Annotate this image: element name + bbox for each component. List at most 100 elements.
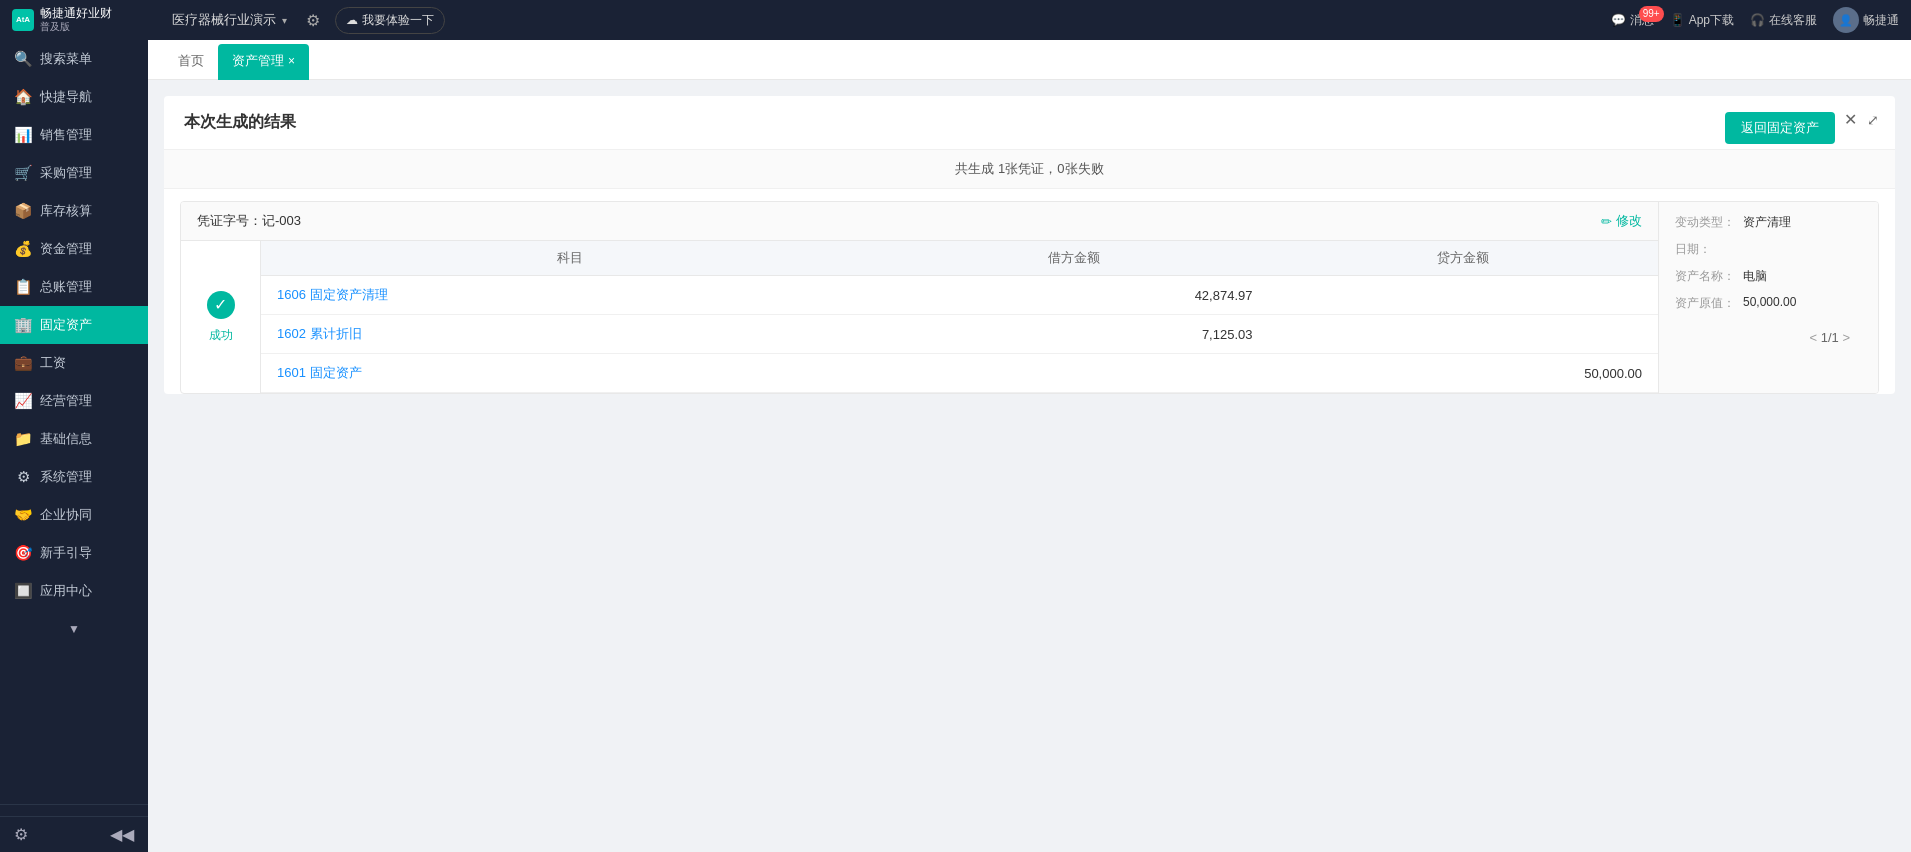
online-support-button[interactable]: 🎧 在线客服 — [1750, 12, 1817, 29]
content-area: 首页 资产管理 × 本次生成的结果 返回固定资产 ✕ ⤢ — [148, 40, 1911, 852]
logo-area: AtA 畅捷通好业财 普及版 — [12, 6, 160, 34]
page-title: 本次生成的结果 — [184, 112, 296, 133]
experience-button[interactable]: ☁ 我要体验一下 — [335, 7, 445, 34]
panel-expand-button[interactable]: ⤢ — [1867, 112, 1879, 128]
sidebar-funds-label: 资金管理 — [40, 240, 92, 258]
col-debit-header: 借方金额 — [879, 241, 1269, 276]
settings-icon-bottom[interactable]: ⚙ — [14, 825, 28, 844]
subject-cell: 1606 固定资产清理 — [261, 276, 879, 315]
guide-icon: 🎯 — [14, 544, 32, 562]
sidebar-item-purchase[interactable]: 🛒 采购管理 — [0, 154, 148, 192]
sidebar-item-ledger[interactable]: 📋 总账管理 — [0, 268, 148, 306]
collapse-sidebar-button[interactable]: ◀◀ — [110, 825, 134, 844]
sidebar-item-sales[interactable]: 📊 销售管理 — [0, 116, 148, 154]
sidebar-item-search[interactable]: 🔍 搜索菜单 — [0, 40, 148, 78]
message-icon: 💬 — [1611, 13, 1626, 27]
voucher-right-panel: 变动类型： 资产清理 日期： 资产名称： 电脑 资产原值： — [1658, 202, 1878, 393]
sidebar-item-operations[interactable]: 📈 经营管理 — [0, 382, 148, 420]
logo-text-area: 畅捷通好业财 普及版 — [40, 6, 112, 34]
avatar: 👤 — [1833, 7, 1859, 33]
operations-icon: 📈 — [14, 392, 32, 410]
return-fixed-assets-button[interactable]: 返回固定资产 — [1725, 112, 1835, 144]
app-download-icon: 📱 — [1670, 13, 1685, 27]
scroll-down-icon: ▼ — [68, 622, 80, 636]
message-badge: 99+ — [1639, 6, 1664, 22]
sidebar-item-inventory[interactable]: 📦 库存核算 — [0, 192, 148, 230]
sidebar-item-guide[interactable]: 🎯 新手引导 — [0, 534, 148, 572]
sidebar-item-basic-info[interactable]: 📁 基础信息 — [0, 420, 148, 458]
sidebar-footer: ⚙ ◀◀ — [0, 816, 148, 852]
result-header: 本次生成的结果 返回固定资产 ✕ ⤢ — [164, 96, 1895, 149]
tab-close-button[interactable]: × — [288, 54, 295, 68]
user-profile-button[interactable]: 👤 畅捷通 — [1833, 7, 1899, 33]
main-layout: 🔍 搜索菜单 🏠 快捷导航 📊 销售管理 🛒 采购管理 📦 库存核算 💰 资金管… — [0, 40, 1911, 852]
credit-cell — [1268, 276, 1658, 315]
page-content: 本次生成的结果 返回固定资产 ✕ ⤢ 共生成 1张凭证，0张失败 — [148, 80, 1911, 852]
sidebar-system-label: 系统管理 — [40, 468, 92, 486]
change-type-row: 变动类型： 资产清理 — [1675, 214, 1862, 231]
tab-home[interactable]: 首页 — [164, 44, 218, 80]
user-name: 畅捷通 — [1863, 12, 1899, 29]
sidebar-app-center-label: 应用中心 — [40, 582, 92, 600]
sidebar-purchase-label: 采购管理 — [40, 164, 92, 182]
sidebar-item-payroll[interactable]: 💼 工资 — [0, 344, 148, 382]
sidebar-item-fixed-assets[interactable]: 🏢 固定资产 — [0, 306, 148, 344]
col-subject-header: 科目 — [261, 241, 879, 276]
edit-voucher-button[interactable]: ✏ 修改 — [1601, 212, 1642, 230]
payroll-icon: 💼 — [14, 354, 32, 372]
app-download-label: App下载 — [1689, 12, 1734, 29]
table-row: 1602 累计折旧7,125.03 — [261, 315, 1658, 354]
sales-icon: 📊 — [14, 126, 32, 144]
experience-icon: ☁ — [346, 13, 358, 27]
success-icon: ✓ — [207, 291, 235, 319]
subject-cell: 1601 固定资产 — [261, 354, 879, 393]
pagination: < 1/1 > — [1675, 322, 1862, 353]
sidebar: 🔍 搜索菜单 🏠 快捷导航 📊 销售管理 🛒 采购管理 📦 库存核算 💰 资金管… — [0, 40, 148, 852]
inventory-icon: 📦 — [14, 202, 32, 220]
ledger-icon: 📋 — [14, 278, 32, 296]
avatar-icon: 👤 — [1839, 14, 1853, 27]
message-button[interactable]: 💬 消息 99+ — [1611, 12, 1654, 29]
date-label: 日期： — [1675, 241, 1711, 258]
home-tab-label: 首页 — [178, 52, 204, 70]
sidebar-scroll-down-button[interactable]: ▼ — [0, 618, 148, 640]
tab-asset-management[interactable]: 资产管理 × — [218, 44, 309, 80]
logo-abbr: AtA — [16, 15, 30, 24]
credit-cell — [1268, 315, 1658, 354]
edit-icon: ✏ — [1601, 214, 1612, 229]
sidebar-operations-label: 经营管理 — [40, 392, 92, 410]
sidebar-fixed-assets-label: 固定资产 — [40, 316, 92, 334]
top-right-actions: 💬 消息 99+ 📱 App下载 🎧 在线客服 👤 畅捷通 — [1611, 7, 1899, 33]
next-page-button[interactable]: > — [1842, 330, 1850, 345]
original-value-value: 50,000.00 — [1743, 295, 1796, 312]
debit-cell: 42,874.97 — [879, 276, 1269, 315]
sidebar-item-system[interactable]: ⚙ 系统管理 — [0, 458, 148, 496]
sidebar-item-quick-nav[interactable]: 🏠 快捷导航 — [0, 78, 148, 116]
settings-gear-button[interactable]: ⚙ — [299, 6, 327, 34]
top-header: AtA 畅捷通好业财 普及版 医疗器械行业演示 ▾ ⚙ ☁ 我要体验一下 💬 消… — [0, 0, 1911, 40]
panel-close-button[interactable]: ✕ — [1844, 110, 1857, 129]
debit-cell — [879, 354, 1269, 393]
sidebar-quicknav-label: 快捷导航 — [40, 88, 92, 106]
table-row: 1606 固定资产清理42,874.97 — [261, 276, 1658, 315]
logo-sub-text: 普及版 — [40, 20, 112, 34]
result-panel: 本次生成的结果 返回固定资产 ✕ ⤢ 共生成 1张凭证，0张失败 — [164, 96, 1895, 394]
original-value-label: 资产原值： — [1675, 295, 1735, 312]
online-support-label: 在线客服 — [1769, 12, 1817, 29]
voucher-table: 科目 借方金额 贷方金额 1606 固定资产清理42,874.971602 累计… — [261, 241, 1658, 393]
sidebar-item-app-center[interactable]: 🔲 应用中心 — [0, 572, 148, 610]
sidebar-item-funds[interactable]: 💰 资金管理 — [0, 230, 148, 268]
logo-main-text: 畅捷通好业财 — [40, 6, 112, 20]
sidebar-item-collaboration[interactable]: 🤝 企业协同 — [0, 496, 148, 534]
app-download-button[interactable]: 📱 App下载 — [1670, 12, 1734, 29]
date-row: 日期： — [1675, 241, 1862, 258]
summary-row: 共生成 1张凭证，0张失败 — [164, 149, 1895, 189]
sidebar-collaboration-label: 企业协同 — [40, 506, 92, 524]
debit-cell: 7,125.03 — [879, 315, 1269, 354]
company-selector[interactable]: 医疗器械行业演示 ▾ — [160, 11, 299, 29]
sidebar-sales-label: 销售管理 — [40, 126, 92, 144]
prev-page-button[interactable]: < — [1810, 330, 1818, 345]
system-icon: ⚙ — [14, 468, 32, 486]
asset-name-label: 资产名称： — [1675, 268, 1735, 285]
sidebar-basic-info-label: 基础信息 — [40, 430, 92, 448]
